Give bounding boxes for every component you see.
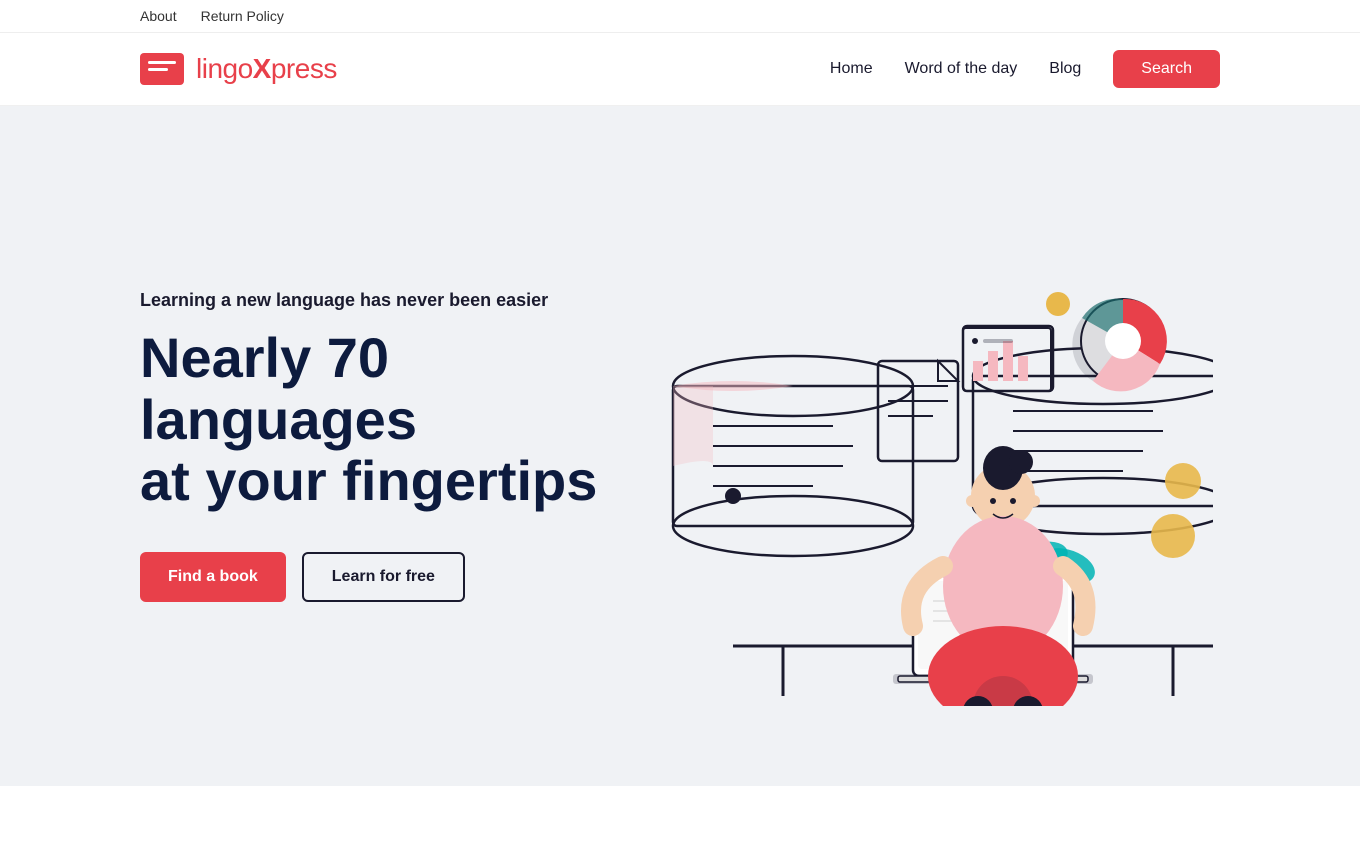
nav-blog[interactable]: Blog xyxy=(1049,60,1081,78)
hero-title-line1: Nearly 70 languages xyxy=(140,326,417,451)
logo-icon xyxy=(140,49,188,89)
hero-section: Learning a new language has never been e… xyxy=(0,106,1360,786)
logo-text: lingoXpress xyxy=(196,53,337,85)
hero-content: Learning a new language has never been e… xyxy=(140,290,626,602)
nav-word-of-day[interactable]: Word of the day xyxy=(905,60,1018,78)
learn-free-button[interactable]: Learn for free xyxy=(302,552,465,602)
hero-illustration xyxy=(626,186,1220,706)
top-bar: About Return Policy xyxy=(0,0,1360,33)
about-link[interactable]: About xyxy=(140,8,177,24)
main-nav: Home Word of the day Blog Search xyxy=(830,50,1220,88)
logo[interactable]: lingoXpress xyxy=(140,49,337,89)
hero-buttons: Find a book Learn for free xyxy=(140,552,626,602)
return-policy-link[interactable]: Return Policy xyxy=(201,8,284,24)
hero-subtitle: Learning a new language has never been e… xyxy=(140,290,626,311)
search-button[interactable]: Search xyxy=(1113,50,1220,88)
hero-svg xyxy=(633,186,1213,706)
find-book-button[interactable]: Find a book xyxy=(140,552,286,602)
site-header: lingoXpress Home Word of the day Blog Se… xyxy=(0,33,1360,106)
hero-title-line2: at your fingertips xyxy=(140,449,597,512)
hero-title: Nearly 70 languages at your fingertips xyxy=(140,327,626,512)
nav-home[interactable]: Home xyxy=(830,60,873,78)
